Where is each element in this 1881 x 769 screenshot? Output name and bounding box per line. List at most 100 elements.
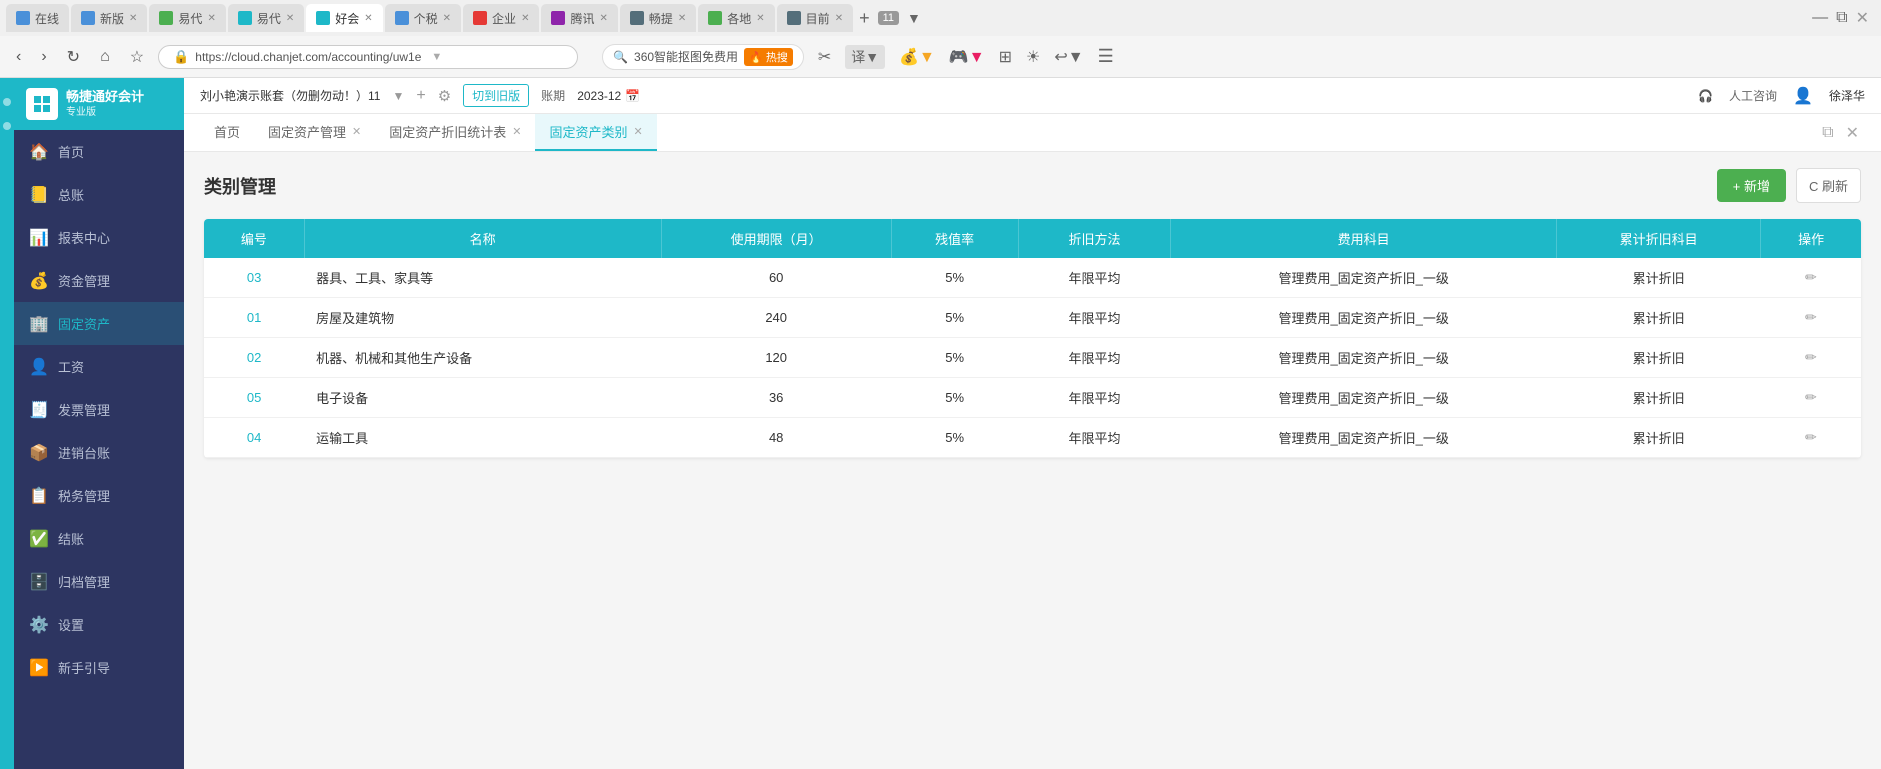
tab-icon-changte — [630, 11, 644, 25]
account-add-btn[interactable]: + — [416, 87, 425, 105]
sidebar-item-guide[interactable]: ▶️ 新手引导 — [14, 646, 184, 689]
tab-menu-btn[interactable]: ▼ — [907, 10, 921, 26]
inventory-icon: 📦 — [30, 444, 48, 462]
table-row: 03 器具、工具、家具等 60 5% 年限平均 管理费用_固定资产折旧_一级 累… — [204, 258, 1861, 298]
sidebar-item-payroll[interactable]: 👤 工资 — [14, 345, 184, 388]
sidebar-item-report[interactable]: 📊 报表中心 — [14, 216, 184, 259]
tab-close-easy2[interactable]: ✕ — [286, 13, 294, 24]
cell-expense-0: 管理费用_固定资产折旧_一级 — [1171, 258, 1557, 298]
nav-back-btn[interactable]: ‹ — [10, 46, 27, 68]
sidebar-item-ledger[interactable]: 📒 总账 — [14, 173, 184, 216]
cell-action-3[interactable]: ✏ — [1761, 378, 1861, 418]
browser-tab-places[interactable]: 各地 ✕ — [698, 4, 774, 32]
cell-method-1: 年限平均 — [1018, 298, 1171, 338]
service-label[interactable]: 人工咨询 — [1729, 87, 1777, 104]
tab-close-tencent[interactable]: ✕ — [599, 13, 607, 24]
window-minimize-btn[interactable]: — — [1812, 9, 1828, 27]
cell-code-2[interactable]: 02 — [204, 338, 304, 378]
tab-close-good[interactable]: ✕ — [364, 13, 372, 24]
breadcrumb-label-home: 首页 — [214, 122, 240, 141]
cell-name-0: 器具、工具、家具等 — [304, 258, 661, 298]
browser-tab-tax[interactable]: 个税 ✕ — [385, 4, 461, 32]
switch-old-version-btn[interactable]: 切到旧版 — [463, 84, 529, 107]
window-restore-inner-btn[interactable]: ⧉ — [1816, 124, 1839, 142]
new-tab-btn[interactable]: + — [859, 8, 870, 29]
cell-code-1[interactable]: 01 — [204, 298, 304, 338]
account-dropdown-icon[interactable]: ▼ — [392, 89, 404, 103]
browser-tab-easy1[interactable]: 易代 ✕ — [149, 4, 225, 32]
breadcrumb-close-depreciation[interactable]: ✕ — [512, 125, 521, 138]
nav-forward-btn[interactable]: › — [35, 46, 52, 68]
addr-dropdown-icon[interactable]: ▼ — [431, 51, 442, 63]
sidebar-item-home[interactable]: 🏠 首页 — [14, 130, 184, 173]
settings-icon: ⚙️ — [30, 616, 48, 634]
cell-accum-1: 累计折旧 — [1557, 298, 1761, 338]
browser-tab-corp[interactable]: 企业 ✕ — [463, 4, 539, 32]
browser-tab-changte[interactable]: 畅提 ✕ — [620, 4, 696, 32]
nav-home-btn[interactable]: ⌂ — [94, 46, 116, 68]
window-restore-btn[interactable]: ⧉ — [1836, 9, 1847, 27]
search-box[interactable]: 🔍 360智能抠图免费用 🔥 热搜 — [602, 44, 804, 70]
sidebar-item-archive[interactable]: 🗄️ 归档管理 — [14, 560, 184, 603]
add-category-btn[interactable]: + 新增 — [1717, 169, 1786, 202]
cell-action-4[interactable]: ✏ — [1761, 418, 1861, 458]
window-close-inner-btn[interactable]: ✕ — [1840, 123, 1865, 143]
browser-tab-new[interactable]: 新版 ✕ — [71, 4, 147, 32]
breadcrumb-tab-asset-mgmt[interactable]: 固定资产管理 ✕ — [254, 114, 375, 151]
tab-close-corp[interactable]: ✕ — [521, 13, 529, 24]
sidebar-label-home: 首页 — [58, 142, 84, 161]
cell-period-2: 120 — [661, 338, 891, 378]
sidebar-item-inventory[interactable]: 📦 进销台账 — [14, 431, 184, 474]
sidebar-item-asset[interactable]: 🏢 固定资产 — [14, 302, 184, 345]
account-settings-icon[interactable]: ⚙ — [438, 87, 451, 105]
breadcrumb-tab-depreciation[interactable]: 固定资产折旧统计表 ✕ — [375, 114, 535, 151]
browser-tab-current[interactable]: 目前 ✕ — [777, 4, 853, 32]
cell-action-1[interactable]: ✏ — [1761, 298, 1861, 338]
nav-bookmark-btn[interactable]: ☆ — [124, 45, 150, 69]
edit-btn-3[interactable]: ✏ — [1805, 389, 1817, 405]
tab-label-current: 目前 — [806, 10, 830, 27]
refresh-btn[interactable]: C 刷新 — [1796, 168, 1861, 203]
breadcrumb-close-asset-mgmt[interactable]: ✕ — [352, 125, 361, 138]
edit-btn-0[interactable]: ✏ — [1805, 269, 1817, 285]
tab-close-tax[interactable]: ✕ — [443, 13, 451, 24]
tab-close-easy1[interactable]: ✕ — [207, 13, 215, 24]
sidebar-item-checkout[interactable]: ✅ 结账 — [14, 517, 184, 560]
window-close-btn[interactable]: ✕ — [1856, 8, 1869, 28]
edit-btn-4[interactable]: ✏ — [1805, 429, 1817, 445]
cell-code-3[interactable]: 05 — [204, 378, 304, 418]
period-label: 账期 — [541, 87, 565, 104]
cell-code-4[interactable]: 04 — [204, 418, 304, 458]
cell-action-2[interactable]: ✏ — [1761, 338, 1861, 378]
browser-tab-tencent[interactable]: 腾讯 ✕ — [541, 4, 617, 32]
tab-close-current[interactable]: ✕ — [835, 13, 843, 24]
browser-tab-online[interactable]: 在线 — [6, 4, 69, 32]
address-input[interactable]: 🔒 https://cloud.chanjet.com/accounting/u… — [158, 45, 578, 69]
browser-tab-good[interactable]: 好会 ✕ — [306, 4, 382, 32]
edit-btn-1[interactable]: ✏ — [1805, 309, 1817, 325]
tab-icon-online — [16, 11, 30, 25]
hot-search-badge[interactable]: 🔥 热搜 — [744, 48, 793, 66]
edit-btn-2[interactable]: ✏ — [1805, 349, 1817, 365]
sidebar-item-settings[interactable]: ⚙️ 设置 — [14, 603, 184, 646]
breadcrumb-close-category[interactable]: ✕ — [634, 125, 643, 138]
tab-close-changte[interactable]: ✕ — [678, 13, 686, 24]
wallet-icon: 💰▼ — [899, 47, 935, 67]
cell-period-1: 240 — [661, 298, 891, 338]
sidebar-item-fund[interactable]: 💰 资金管理 — [14, 259, 184, 302]
browser-tab-easy2[interactable]: 易代 ✕ — [228, 4, 304, 32]
cell-code-0[interactable]: 03 — [204, 258, 304, 298]
tab-label-new: 新版 — [100, 10, 124, 27]
tab-close-places[interactable]: ✕ — [756, 13, 764, 24]
sidebar-item-tax[interactable]: 📋 税务管理 — [14, 474, 184, 517]
table-row: 01 房屋及建筑物 240 5% 年限平均 管理费用_固定资产折旧_一级 累计折… — [204, 298, 1861, 338]
calendar-icon[interactable]: 📅 — [625, 89, 640, 103]
tab-close-new[interactable]: ✕ — [129, 13, 137, 24]
menu-icon[interactable]: ☰ — [1098, 46, 1114, 67]
breadcrumb-tab-category[interactable]: 固定资产类别 ✕ — [535, 114, 656, 151]
breadcrumb-tab-home[interactable]: 首页 — [200, 114, 254, 151]
cell-action-0[interactable]: ✏ — [1761, 258, 1861, 298]
nav-reload-btn[interactable]: ↻ — [61, 45, 86, 69]
tab-icon-places — [708, 11, 722, 25]
sidebar-item-invoice[interactable]: 🧾 发票管理 — [14, 388, 184, 431]
